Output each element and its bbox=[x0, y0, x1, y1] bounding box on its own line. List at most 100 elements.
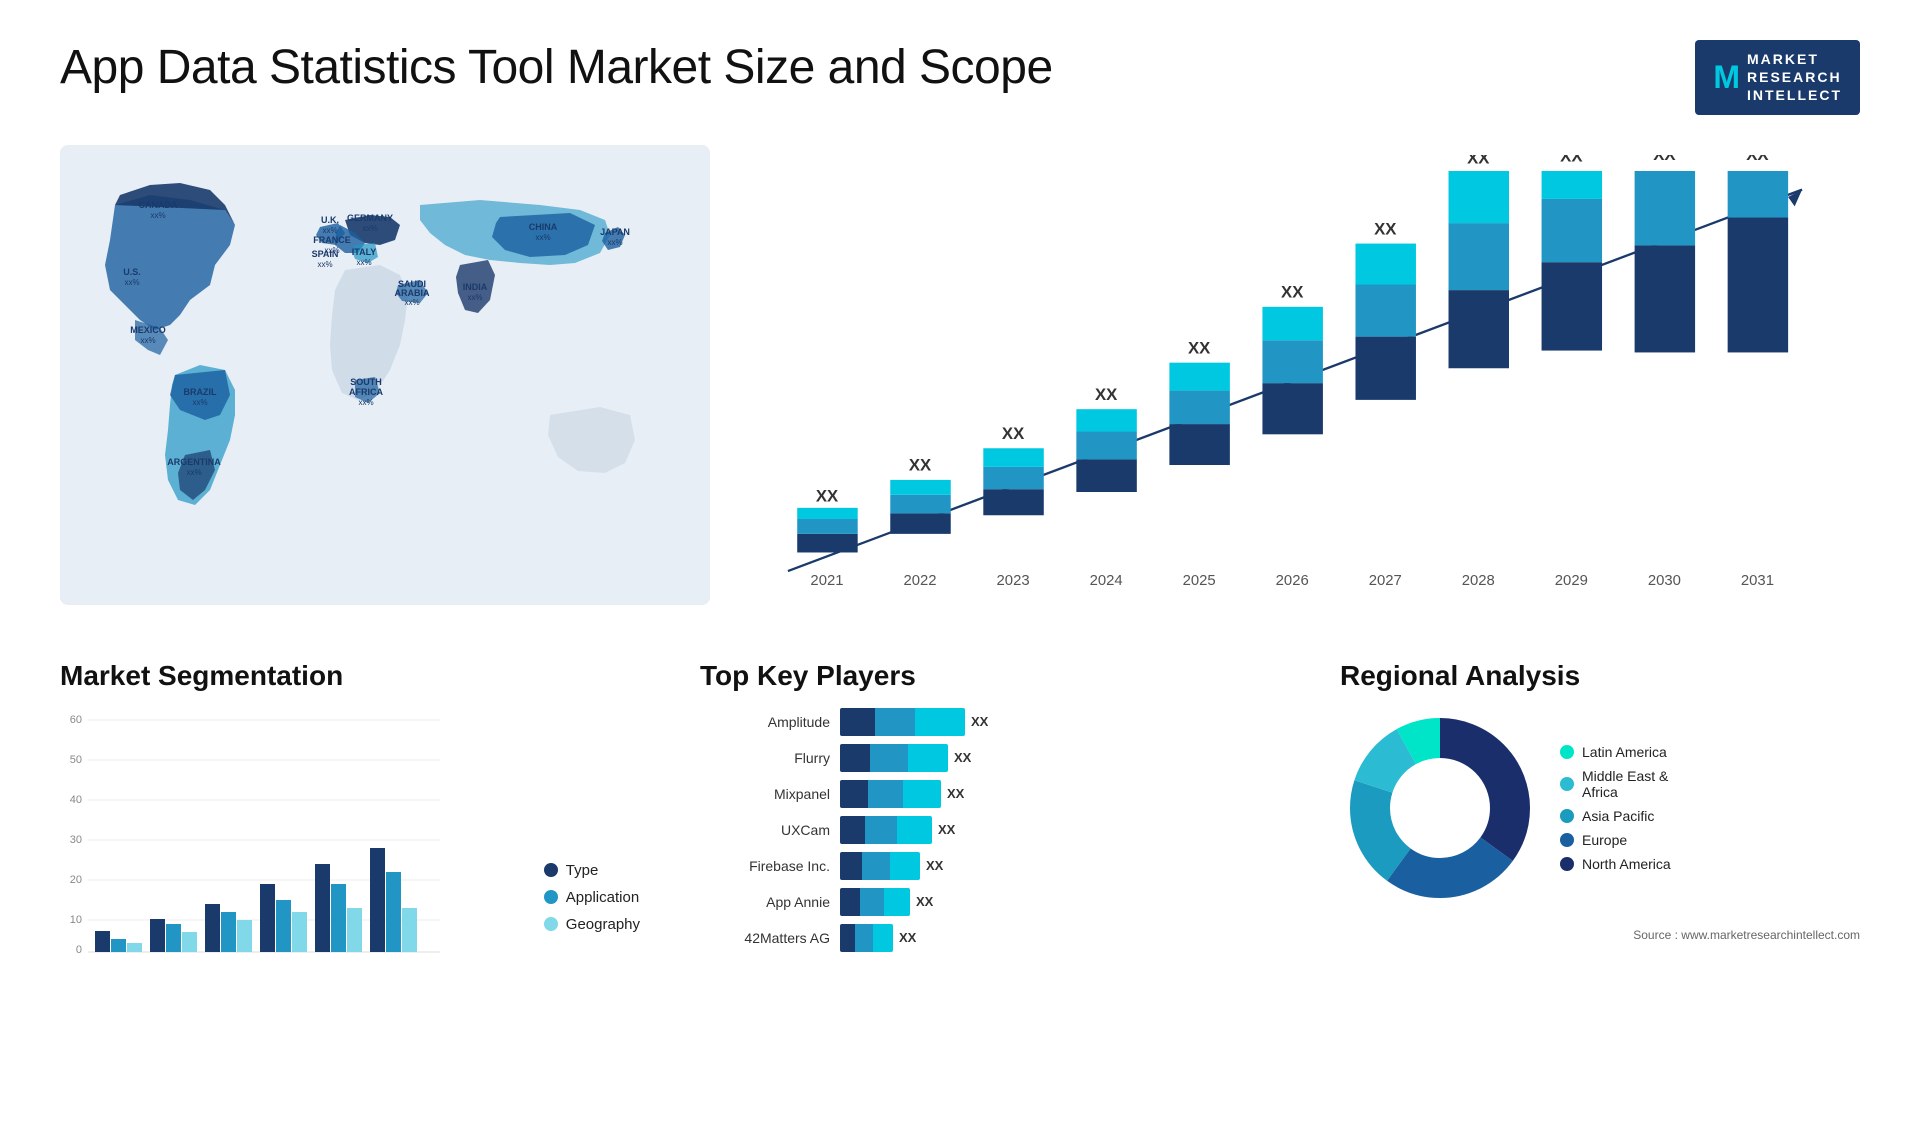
legend-item-application: Application bbox=[544, 889, 640, 906]
svg-text:xx%: xx% bbox=[186, 468, 201, 477]
label-latin-america: Latin America bbox=[1582, 744, 1667, 760]
player-value: XX bbox=[926, 858, 943, 873]
svg-text:BRAZIL: BRAZIL bbox=[184, 387, 217, 397]
svg-text:SPAIN: SPAIN bbox=[312, 249, 339, 259]
donut-chart-svg bbox=[1340, 708, 1540, 908]
svg-text:xx%: xx% bbox=[356, 258, 371, 267]
regional-legend: Latin America Middle East &Africa Asia P… bbox=[1560, 744, 1671, 872]
svg-text:U.S.: U.S. bbox=[123, 267, 141, 277]
player-value: XX bbox=[971, 714, 988, 729]
svg-text:INDIA: INDIA bbox=[463, 282, 488, 292]
svg-text:xx%: xx% bbox=[358, 398, 373, 407]
svg-text:60: 60 bbox=[70, 714, 82, 726]
player-name: UXCam bbox=[700, 822, 830, 838]
svg-text:XX: XX bbox=[816, 486, 839, 505]
bar-chart-svg: XX 2021 XX 2022 XX 2023 bbox=[760, 155, 1830, 615]
svg-text:XX: XX bbox=[1002, 424, 1025, 443]
svg-text:2031: 2031 bbox=[1741, 573, 1774, 589]
player-bar bbox=[840, 852, 920, 880]
donut-container: Latin America Middle East &Africa Asia P… bbox=[1340, 708, 1860, 908]
dot-latin-america bbox=[1560, 745, 1574, 759]
svg-text:MEXICO: MEXICO bbox=[130, 325, 166, 335]
svg-text:XX: XX bbox=[1560, 155, 1583, 166]
segmentation-legend: Type Application Geography bbox=[544, 862, 640, 963]
seg-chart-svg: 60 50 40 30 20 10 0 bbox=[60, 708, 440, 958]
player-bar-container: XX bbox=[840, 816, 1280, 844]
player-name: App Annie bbox=[700, 894, 830, 910]
logo-line2: RESEARCH bbox=[1747, 68, 1842, 86]
source-text: Source : www.marketresearchintellect.com bbox=[1340, 928, 1860, 942]
player-bar-segment bbox=[840, 744, 870, 772]
logo-container: M MARKET RESEARCH INTELLECT bbox=[1695, 40, 1860, 115]
svg-text:XX: XX bbox=[1467, 155, 1490, 168]
svg-text:20: 20 bbox=[70, 874, 82, 886]
player-bar-segment bbox=[875, 708, 915, 736]
label-north-america: North America bbox=[1582, 856, 1671, 872]
svg-text:2023: 2023 bbox=[997, 573, 1030, 589]
label-europe: Europe bbox=[1582, 832, 1627, 848]
svg-text:xx%: xx% bbox=[467, 293, 482, 302]
player-bar-segment bbox=[840, 780, 868, 808]
player-name: Amplitude bbox=[700, 714, 830, 730]
world-map-section: CANADA xx% U.S. xx% MEXICO xx% BRAZIL xx… bbox=[60, 145, 710, 605]
player-value: XX bbox=[938, 822, 955, 837]
svg-text:JAPAN: JAPAN bbox=[600, 227, 630, 237]
player-bar-container: XX bbox=[840, 852, 1280, 880]
svg-text:XX: XX bbox=[1188, 338, 1211, 357]
svg-text:U.K.: U.K. bbox=[321, 215, 339, 225]
svg-text:xx%: xx% bbox=[192, 398, 207, 407]
segmentation-chart: 60 50 40 30 20 10 0 bbox=[60, 708, 528, 963]
player-bar-segment bbox=[840, 708, 875, 736]
player-bar bbox=[840, 888, 910, 916]
svg-text:xx%: xx% bbox=[322, 226, 337, 235]
legend-dot-application bbox=[544, 890, 558, 904]
legend-dot-geography bbox=[544, 917, 558, 931]
dot-middle-east-africa bbox=[1560, 777, 1574, 791]
legend-middle-east-africa: Middle East &Africa bbox=[1560, 768, 1671, 800]
svg-text:XX: XX bbox=[1653, 155, 1676, 164]
legend-dot-type bbox=[544, 863, 558, 877]
logo-line1: MARKET bbox=[1747, 50, 1842, 68]
player-bar-segment bbox=[855, 924, 873, 952]
player-bar-segment bbox=[868, 780, 903, 808]
svg-text:xx%: xx% bbox=[124, 278, 139, 287]
player-bar-segment bbox=[908, 744, 948, 772]
page-container: App Data Statistics Tool Market Size and… bbox=[0, 0, 1920, 1146]
player-bar bbox=[840, 780, 941, 808]
player-bar-segment bbox=[840, 888, 860, 916]
player-row: Amplitude XX bbox=[700, 708, 1280, 736]
regional-title: Regional Analysis bbox=[1340, 660, 1860, 692]
svg-text:ITALY: ITALY bbox=[352, 247, 377, 257]
player-bar-container: XX bbox=[840, 780, 1280, 808]
page-title: App Data Statistics Tool Market Size and… bbox=[60, 40, 1053, 95]
svg-text:2028: 2028 bbox=[1462, 573, 1495, 589]
player-bar-segment bbox=[860, 888, 884, 916]
player-bar-container: XX bbox=[840, 708, 1280, 736]
legend-label-type: Type bbox=[566, 862, 599, 879]
label-asia-pacific: Asia Pacific bbox=[1582, 808, 1654, 824]
segmentation-title: Market Segmentation bbox=[60, 660, 640, 692]
player-row: Mixpanel XX bbox=[700, 780, 1280, 808]
logo-line3: INTELLECT bbox=[1747, 86, 1842, 104]
legend-north-america: North America bbox=[1560, 856, 1671, 872]
legend-asia-pacific: Asia Pacific bbox=[1560, 808, 1671, 824]
svg-text:40: 40 bbox=[70, 794, 82, 806]
player-name: Mixpanel bbox=[700, 786, 830, 802]
svg-text:xx%: xx% bbox=[607, 238, 622, 247]
player-value: XX bbox=[954, 750, 971, 765]
logo-box: M MARKET RESEARCH INTELLECT bbox=[1695, 40, 1860, 115]
svg-text:XX: XX bbox=[909, 455, 932, 474]
player-name: Flurry bbox=[700, 750, 830, 766]
svg-text:2027: 2027 bbox=[1369, 573, 1402, 589]
svg-text:2021: 2021 bbox=[810, 573, 843, 589]
svg-text:xx%: xx% bbox=[150, 211, 165, 220]
world-map-svg: CANADA xx% U.S. xx% MEXICO xx% BRAZIL xx… bbox=[60, 145, 710, 605]
svg-text:10: 10 bbox=[70, 914, 82, 926]
player-bar bbox=[840, 816, 932, 844]
legend-item-type: Type bbox=[544, 862, 640, 879]
svg-text:CHINA: CHINA bbox=[529, 222, 558, 232]
svg-text:30: 30 bbox=[70, 834, 82, 846]
svg-text:xx%: xx% bbox=[362, 224, 377, 233]
legend-label-geography: Geography bbox=[566, 916, 640, 933]
svg-text:2029: 2029 bbox=[1555, 573, 1588, 589]
